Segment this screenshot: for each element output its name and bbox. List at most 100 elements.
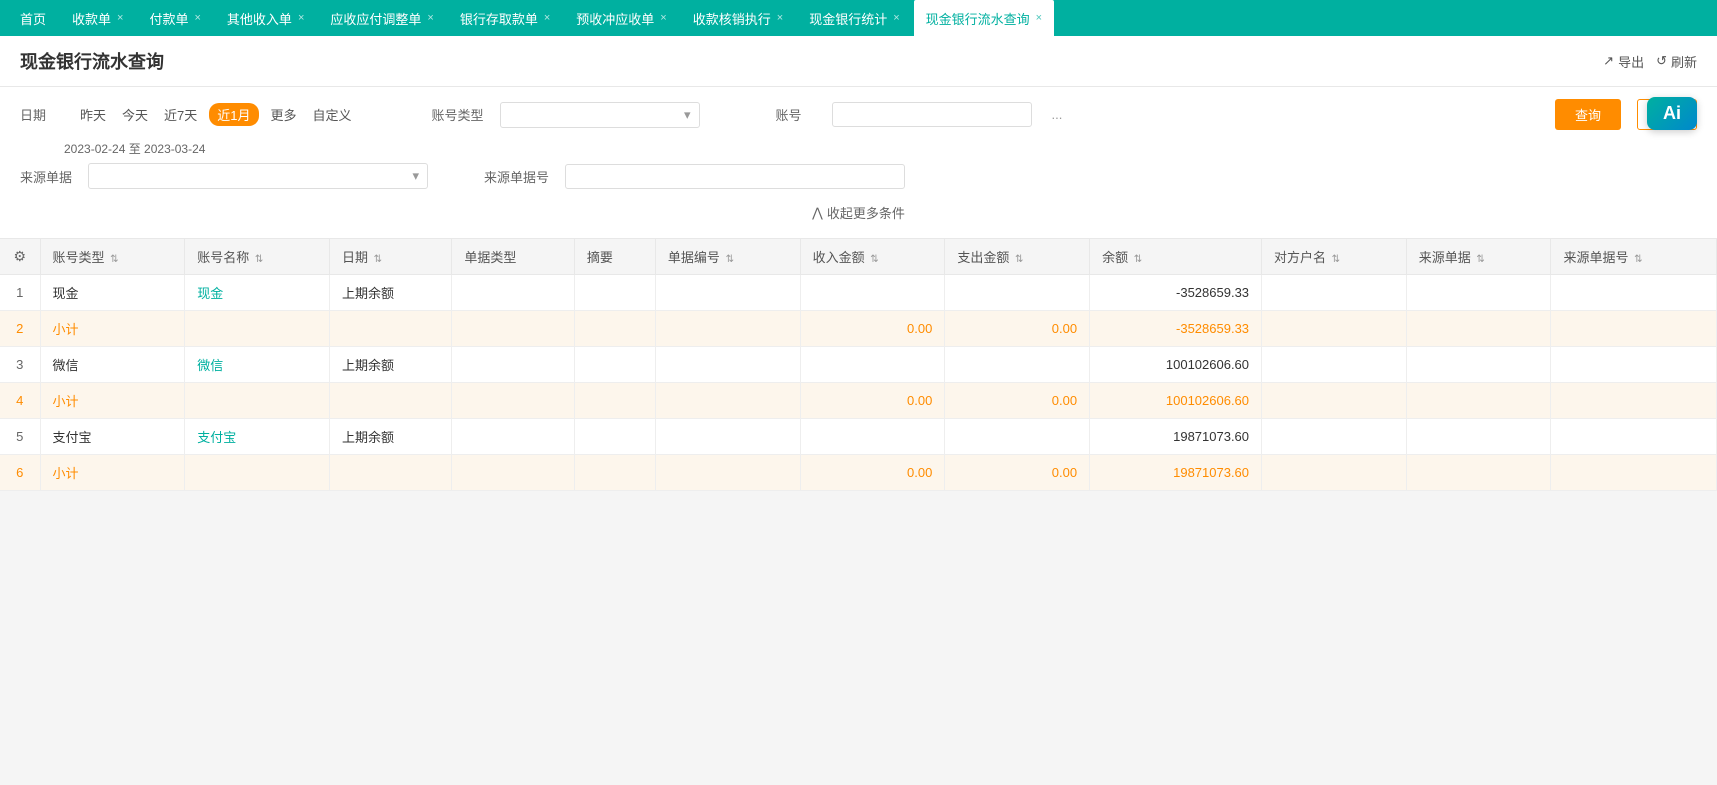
more-icon[interactable]: ...	[1052, 107, 1063, 122]
table-cell: -3528659.33	[1090, 311, 1262, 347]
sort-icon[interactable]: ⇅	[374, 254, 382, 265]
table-cell: 0.00	[800, 311, 945, 347]
table-cell: 5	[0, 419, 40, 455]
nav-settlement[interactable]: 收款核销执行 ×	[681, 0, 795, 36]
table-body: 1现金现金上期余额-3528659.332小计0.000.00-3528659.…	[0, 275, 1717, 491]
col-doc-type: 单据类型	[452, 239, 574, 275]
nav-adjustment[interactable]: 应收应付调整单 ×	[318, 0, 445, 36]
table-cell	[574, 311, 655, 347]
date-custom[interactable]: 自定义	[309, 103, 356, 126]
source-doc-no-label: 来源单据号	[484, 167, 549, 186]
chevron-down-icon: ▾	[684, 107, 691, 123]
table-cell	[655, 275, 800, 311]
table-cell	[452, 311, 574, 347]
table-cell	[945, 347, 1090, 383]
sort-icon[interactable]: ⇅	[1634, 254, 1642, 265]
col-account-name: 账号名称 ⇅	[185, 239, 330, 275]
table-cell: 100102606.60	[1090, 347, 1262, 383]
table-cell	[655, 311, 800, 347]
table-cell: 1	[0, 275, 40, 311]
close-icon[interactable]: ×	[660, 12, 666, 24]
table-header-row: ⚙ 账号类型 ⇅ 账号名称 ⇅ 日期 ⇅ 单据类型	[0, 239, 1717, 275]
nav-bank-deposit[interactable]: 银行存取款单 ×	[448, 0, 562, 36]
sort-icon[interactable]: ⇅	[726, 254, 734, 265]
table-cell	[800, 419, 945, 455]
table-cell	[655, 347, 800, 383]
table-cell	[452, 347, 574, 383]
collapse-button[interactable]: ⋀ 收起更多条件	[20, 199, 1697, 226]
table-cell[interactable]: 微信	[185, 347, 330, 383]
account-input[interactable]	[832, 102, 1032, 127]
table-cell	[329, 455, 451, 491]
table-cell	[1406, 347, 1551, 383]
table-cell	[185, 383, 330, 419]
date-1month[interactable]: 近1月	[209, 103, 258, 126]
table-cell	[452, 275, 574, 311]
close-icon[interactable]: ×	[117, 12, 123, 24]
table-cell	[1262, 455, 1407, 491]
nav-home[interactable]: 首页	[8, 0, 58, 36]
date-options: 昨天 今天 近7天 近1月 更多 自定义	[76, 103, 356, 126]
source-doc-no-input[interactable]	[565, 164, 905, 189]
filter-row-source: 来源单据 ▾ 来源单据号	[20, 163, 1697, 189]
close-icon[interactable]: ×	[777, 12, 783, 24]
close-icon[interactable]: ×	[1036, 12, 1042, 24]
table-cell	[452, 383, 574, 419]
nav-receipt[interactable]: 收款单 ×	[60, 0, 135, 36]
filter-row-date: 日期 昨天 今天 近7天 近1月 更多 自定义 账号类型 ▾ 账号 ... 查询…	[20, 99, 1697, 130]
table-cell	[655, 383, 800, 419]
close-icon[interactable]: ×	[427, 12, 433, 24]
table-cell: 0.00	[800, 455, 945, 491]
date-more[interactable]: 更多	[267, 103, 301, 126]
sort-icon[interactable]: ⇅	[110, 254, 118, 265]
date-7days[interactable]: 近7天	[160, 103, 201, 126]
sort-icon[interactable]: ⇅	[1134, 254, 1142, 265]
nav-payment[interactable]: 付款单 ×	[137, 0, 212, 36]
table-gear-icon[interactable]: ⚙	[13, 248, 26, 265]
source-doc-select[interactable]: ▾	[88, 163, 428, 189]
page-title: 现金银行流水查询	[20, 48, 164, 74]
sort-icon[interactable]: ⇅	[1332, 254, 1340, 265]
close-icon[interactable]: ×	[298, 12, 304, 24]
sort-icon[interactable]: ⇅	[870, 254, 878, 265]
nav-prepayment[interactable]: 预收冲应收单 ×	[564, 0, 678, 36]
date-today[interactable]: 今天	[118, 103, 152, 126]
table-cell	[655, 455, 800, 491]
refresh-button[interactable]: ↺ 刷新	[1656, 52, 1697, 71]
table-cell: 小计	[40, 383, 185, 419]
table-cell	[1551, 275, 1717, 311]
table-cell	[655, 419, 800, 455]
export-button[interactable]: ↗ 导出	[1603, 52, 1644, 71]
sort-icon[interactable]: ⇅	[1476, 254, 1484, 265]
table-cell	[800, 275, 945, 311]
table-cell: 现金	[40, 275, 185, 311]
table-row: 4小计0.000.00100102606.60	[0, 383, 1717, 419]
sort-icon[interactable]: ⇅	[1015, 254, 1023, 265]
sort-icon[interactable]: ⇅	[255, 254, 263, 265]
nav-other-income[interactable]: 其他收入单 ×	[215, 0, 316, 36]
table-cell	[945, 275, 1090, 311]
table-cell: 上期余额	[329, 275, 451, 311]
table-row: 6小计0.000.0019871073.60	[0, 455, 1717, 491]
table-cell[interactable]: 支付宝	[185, 419, 330, 455]
close-icon[interactable]: ×	[893, 12, 899, 24]
table-cell	[574, 275, 655, 311]
account-type-label: 账号类型	[432, 105, 484, 124]
table-cell: 19871073.60	[1090, 455, 1262, 491]
close-icon[interactable]: ×	[194, 12, 200, 24]
table-cell: 微信	[40, 347, 185, 383]
table-cell	[1406, 275, 1551, 311]
table-cell	[1406, 419, 1551, 455]
table-cell	[452, 455, 574, 491]
table-cell: 支付宝	[40, 419, 185, 455]
nav-cash-flow[interactable]: 现金银行流水查询 ×	[914, 0, 1054, 36]
account-type-select[interactable]: ▾	[500, 102, 700, 128]
date-yesterday[interactable]: 昨天	[76, 103, 110, 126]
table-cell[interactable]: 现金	[185, 275, 330, 311]
table-cell	[185, 455, 330, 491]
nav-cash-stats[interactable]: 现金银行统计 ×	[797, 0, 911, 36]
table-cell	[1406, 455, 1551, 491]
ai-badge[interactable]: Ai	[1647, 97, 1697, 130]
close-icon[interactable]: ×	[544, 12, 550, 24]
query-button[interactable]: 查询	[1555, 99, 1621, 130]
